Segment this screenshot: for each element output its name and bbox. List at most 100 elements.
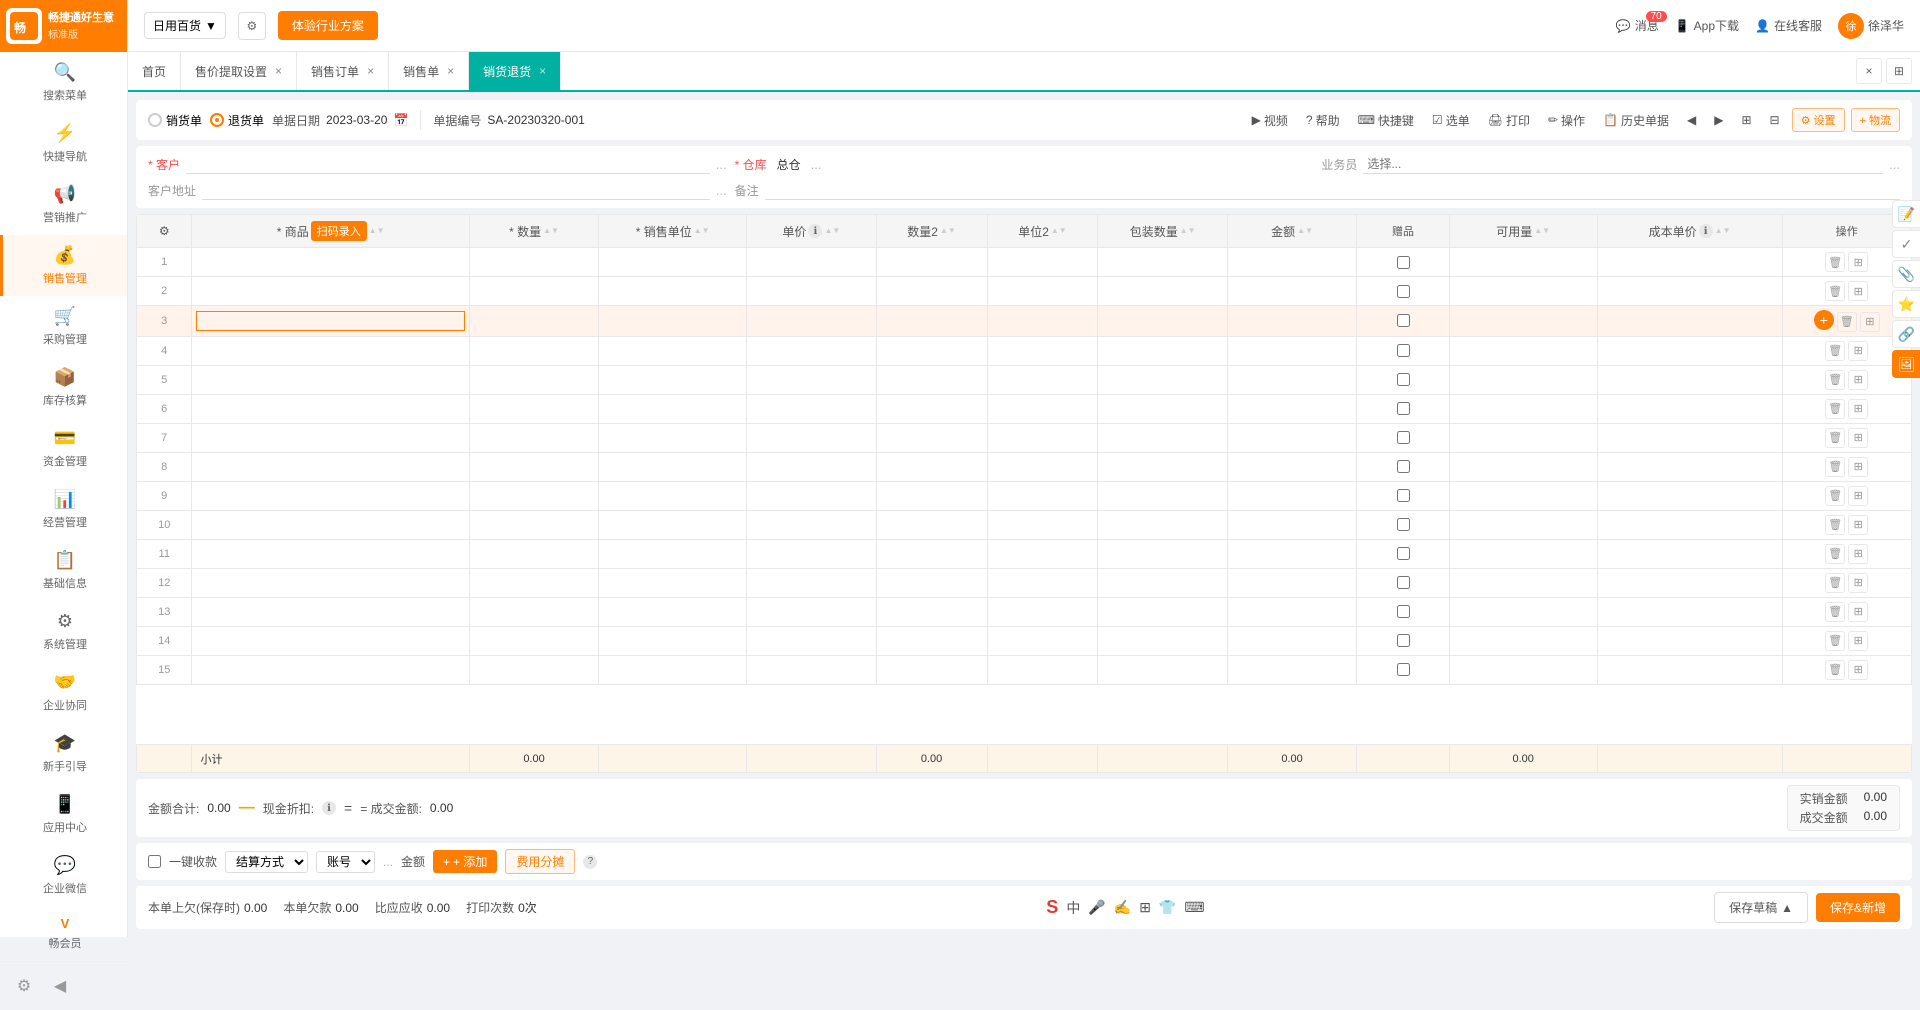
gift-check-5[interactable] <box>1397 373 1410 386</box>
row-unit2-8[interactable] <box>987 452 1098 481</box>
select-btn[interactable]: ☑ 选单 <box>1426 110 1476 131</box>
delete-row-14[interactable]: 🗑 <box>1825 631 1845 651</box>
row-amount-12[interactable] <box>1227 568 1356 597</box>
row-amount-4[interactable] <box>1227 336 1356 365</box>
help-btn[interactable]: ? 帮助 <box>1300 110 1346 131</box>
row-available-4[interactable] <box>1449 336 1597 365</box>
row-gift-5[interactable] <box>1357 365 1449 394</box>
unit2-sort-icon[interactable]: ▲▼ <box>1051 227 1067 235</box>
address-dots[interactable]: ... <box>716 183 727 198</box>
row-unit-13[interactable] <box>599 597 747 626</box>
date-picker-icon[interactable]: 📅 <box>393 113 408 127</box>
account-dots[interactable]: ... <box>383 855 393 869</box>
row-qty-2[interactable] <box>469 277 598 306</box>
sidebar-item-base[interactable]: 📋 基础信息 <box>0 540 127 601</box>
row-gift-11[interactable] <box>1357 539 1449 568</box>
delete-row-5[interactable]: 🗑 <box>1825 370 1845 390</box>
row-price-15[interactable] <box>747 655 876 684</box>
copy-row-11[interactable]: ⊞ <box>1848 544 1868 564</box>
scan-input-btn[interactable]: 扫码录入 <box>311 221 367 241</box>
settings-btn[interactable]: ⚙ 设置 <box>1792 108 1845 132</box>
row-unit-8[interactable] <box>599 452 747 481</box>
row-available-9[interactable] <box>1449 481 1597 510</box>
add-btn[interactable]: + + 添加 <box>433 850 497 873</box>
row-cost-7[interactable] <box>1597 423 1782 452</box>
row-price-3[interactable] <box>747 306 876 337</box>
row-qty-1[interactable] <box>469 248 598 277</box>
row-pkgqty-1[interactable] <box>1098 248 1227 277</box>
right-panel-star[interactable]: ⭐ <box>1892 290 1920 318</box>
gift-check-1[interactable] <box>1397 256 1410 269</box>
gift-check-3[interactable] <box>1397 314 1410 327</box>
sidebar-item-purchase[interactable]: 🛒 采购管理 <box>0 296 127 357</box>
table-wrapper[interactable]: ⚙ * 商品 扫码录入 ▲▼ * 数量▲▼ <box>136 214 1912 744</box>
account-select[interactable]: 账号 <box>316 851 375 873</box>
row-product-13[interactable] <box>192 597 469 626</box>
row-amount-11[interactable] <box>1227 539 1356 568</box>
staff-dots[interactable]: ... <box>1889 157 1900 172</box>
nav-prev-btn[interactable]: ◀ <box>1681 111 1702 129</box>
row-unit-15[interactable] <box>599 655 747 684</box>
delete-row-11[interactable]: 🗑 <box>1825 544 1845 564</box>
copy-row-10[interactable]: ⊞ <box>1848 515 1868 535</box>
row-available-10[interactable] <box>1449 510 1597 539</box>
trial-btn[interactable]: 体验行业方案 <box>278 11 378 40</box>
staff-input[interactable] <box>1363 155 1883 174</box>
delete-row-6[interactable]: 🗑 <box>1825 399 1845 419</box>
tab-grid-btn[interactable]: ⊞ <box>1886 58 1912 84</box>
row-qty2-9[interactable] <box>876 481 987 510</box>
row-amount-5[interactable] <box>1227 365 1356 394</box>
row-gift-4[interactable] <box>1357 336 1449 365</box>
row-available-1[interactable] <box>1449 248 1597 277</box>
row-qty-7[interactable] <box>469 423 598 452</box>
row-unit-4[interactable] <box>599 336 747 365</box>
sidebar-collapse-btn[interactable]: ◀ <box>44 970 76 1002</box>
sidebar-item-search[interactable]: 🔍 搜索菜单 <box>0 52 127 113</box>
row-qty-4[interactable] <box>469 336 598 365</box>
row-amount-3[interactable] <box>1227 306 1356 337</box>
row-qty2-2[interactable] <box>876 277 987 306</box>
row-product-9[interactable] <box>192 481 469 510</box>
row-product-5[interactable] <box>192 365 469 394</box>
row-price-7[interactable] <box>747 423 876 452</box>
row-qty2-6[interactable] <box>876 394 987 423</box>
copy-row-12[interactable]: ⊞ <box>1848 573 1868 593</box>
copy-row-1[interactable]: ⊞ <box>1848 252 1868 272</box>
row-available-14[interactable] <box>1449 626 1597 655</box>
row-gift-14[interactable] <box>1357 626 1449 655</box>
nav-next-btn[interactable]: ▶ <box>1708 111 1729 129</box>
row-gift-15[interactable] <box>1357 655 1449 684</box>
row-unit2-14[interactable] <box>987 626 1098 655</box>
row-unit2-4[interactable] <box>987 336 1098 365</box>
tab-home[interactable]: 首页 <box>128 52 181 91</box>
row-available-3[interactable] <box>1449 306 1597 337</box>
row-gift-3[interactable] <box>1357 306 1449 337</box>
app-download-btn[interactable]: 📱 App下载 <box>1675 17 1739 34</box>
row-qty2-1[interactable] <box>876 248 987 277</box>
copy-row-15[interactable]: ⊞ <box>1848 660 1868 680</box>
row-price-10[interactable] <box>747 510 876 539</box>
row-pkgqty-15[interactable] <box>1098 655 1227 684</box>
unit-sort-icon[interactable]: ▲▼ <box>694 227 710 235</box>
row-pkgqty-12[interactable] <box>1098 568 1227 597</box>
row-gift-13[interactable] <box>1357 597 1449 626</box>
row-unit2-6[interactable] <box>987 394 1098 423</box>
row-available-2[interactable] <box>1449 277 1597 306</box>
delete-row-12[interactable]: 🗑 <box>1825 573 1845 593</box>
row-qty2-10[interactable] <box>876 510 987 539</box>
row-qty-9[interactable] <box>469 481 598 510</box>
row-pkgqty-5[interactable] <box>1098 365 1227 394</box>
pkgqty-sort-icon[interactable]: ▲▼ <box>1180 227 1196 235</box>
row-unit2-2[interactable] <box>987 277 1098 306</box>
customer-dots[interactable]: ... <box>716 157 727 172</box>
row-qty2-8[interactable] <box>876 452 987 481</box>
view-list-btn[interactable]: ⊟ <box>1764 111 1786 129</box>
row-product-14[interactable] <box>192 626 469 655</box>
row-amount-2[interactable] <box>1227 277 1356 306</box>
row-qty-3[interactable] <box>469 306 598 337</box>
row-unit-10[interactable] <box>599 510 747 539</box>
row-price-12[interactable] <box>747 568 876 597</box>
gift-check-15[interactable] <box>1397 663 1410 676</box>
row-cost-14[interactable] <box>1597 626 1782 655</box>
address-input[interactable] <box>202 181 710 200</box>
